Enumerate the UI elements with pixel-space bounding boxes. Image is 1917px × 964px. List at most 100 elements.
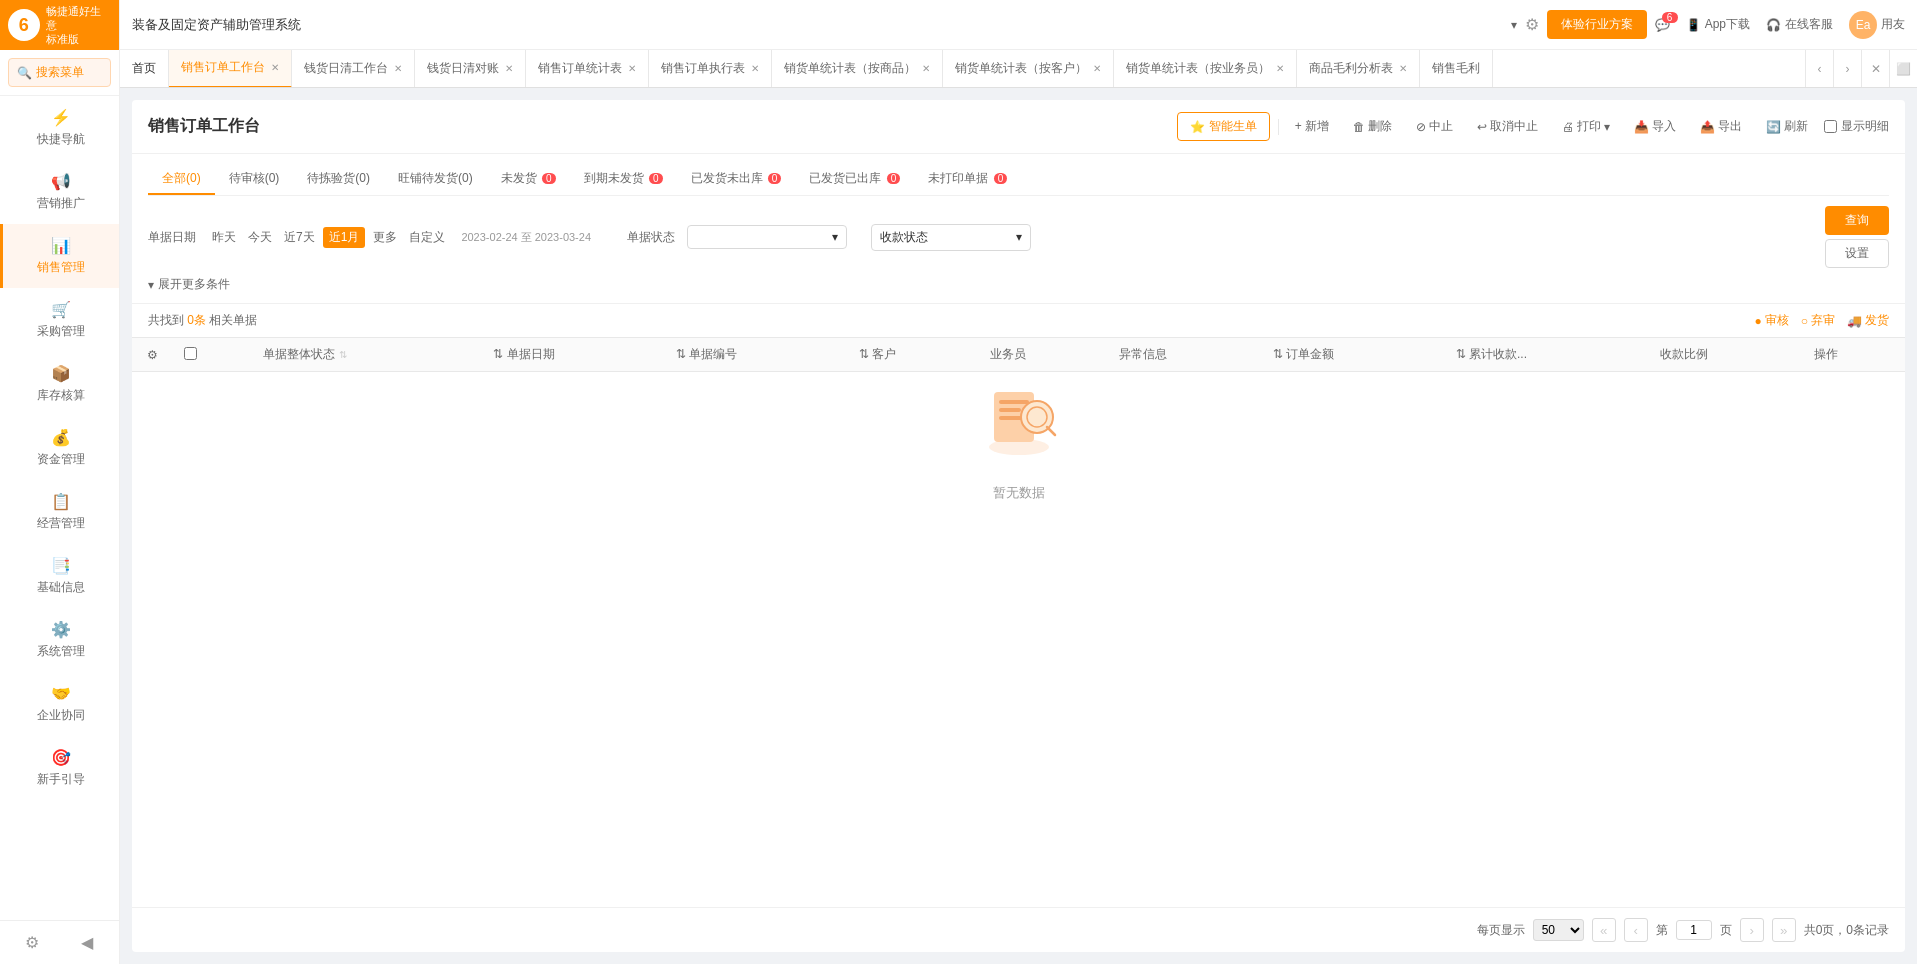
app-download-btn[interactable]: 📱 App下载 bbox=[1686, 16, 1750, 33]
date-opt-1month[interactable]: 近1月 bbox=[323, 227, 366, 248]
export-icon: 📤 bbox=[1700, 120, 1715, 134]
tab-close-sales-summary-product[interactable]: ✕ bbox=[922, 63, 930, 74]
tab-close-sales-summary-staff[interactable]: ✕ bbox=[1276, 63, 1284, 74]
filter-tab-wangpu-ship[interactable]: 旺铺待发货(0) bbox=[384, 164, 487, 195]
tab-scroll-left[interactable]: ‹ bbox=[1805, 50, 1833, 88]
sidebar-item-inventory[interactable]: 📦 库存核算 bbox=[0, 352, 119, 416]
sidebar-item-quick-nav[interactable]: ⚡ 快捷导航 bbox=[0, 96, 119, 160]
set-button[interactable]: 设置 bbox=[1825, 239, 1889, 268]
tab-close-product-margin[interactable]: ✕ bbox=[1399, 63, 1407, 74]
filter-tab-shipped-out[interactable]: 已发货已出库 0 bbox=[795, 164, 914, 195]
filter-tab-shipped-not-out[interactable]: 已发货未出库 0 bbox=[677, 164, 796, 195]
date-opt-yesterday[interactable]: 昨天 bbox=[208, 227, 240, 248]
date-opt-more[interactable]: 更多 bbox=[369, 227, 401, 248]
first-page-btn[interactable]: « bbox=[1592, 918, 1616, 942]
expand-conditions-btn[interactable]: ▾ 展开更多条件 bbox=[148, 276, 1889, 293]
smart-create-button[interactable]: ⭐ 智能生单 bbox=[1177, 112, 1270, 141]
prev-page-btn[interactable]: ‹ bbox=[1624, 918, 1648, 942]
tabbar: 首页 销售订单工作台 ✕ 钱货日清工作台 ✕ 钱货日清对账 ✕ 销售订单统计表 … bbox=[120, 50, 1917, 88]
suspend-button[interactable]: ⊘ 中止 bbox=[1408, 113, 1461, 140]
select-all-checkbox[interactable] bbox=[184, 347, 197, 360]
print-button[interactable]: 🖨 打印 ▾ bbox=[1554, 113, 1618, 140]
col-settings[interactable]: ⚙ bbox=[132, 338, 172, 372]
tab-close-sales-stat[interactable]: ✕ bbox=[628, 63, 636, 74]
collapse-button[interactable]: ◀ bbox=[64, 929, 112, 956]
col-checkbox[interactable] bbox=[172, 338, 251, 372]
sidebar-item-marketing[interactable]: 📢 营销推广 bbox=[0, 160, 119, 224]
tab-cash-reconcile[interactable]: 钱货日清对账 ✕ bbox=[415, 50, 526, 88]
tab-close-cash-reconcile[interactable]: ✕ bbox=[505, 63, 513, 74]
topbar-gear-icon[interactable]: ⚙ bbox=[1525, 15, 1539, 34]
filter-tab-pending-inspect[interactable]: 待拣验货(0) bbox=[293, 164, 384, 195]
tab-sales-exec[interactable]: 销售订单执行表 ✕ bbox=[649, 50, 772, 88]
tab-sales-summary-product[interactable]: 销货单统计表（按商品） ✕ bbox=[772, 50, 943, 88]
date-opt-today[interactable]: 今天 bbox=[244, 227, 276, 248]
sidebar-item-basic-info[interactable]: 📑 基础信息 bbox=[0, 544, 119, 608]
col-date[interactable]: ⇅ 单据日期 bbox=[481, 338, 664, 372]
tab-sales-summary-staff[interactable]: 销货单统计表（按业务员） ✕ bbox=[1114, 50, 1297, 88]
tab-sales-workbench[interactable]: 销售订单工作台 ✕ bbox=[169, 50, 292, 88]
status-select[interactable]: ▾ bbox=[687, 225, 847, 249]
export-button[interactable]: 📤 导出 bbox=[1692, 113, 1750, 140]
settings-bottom-button[interactable]: ⚙ bbox=[8, 929, 56, 956]
date-opt-custom[interactable]: 自定义 bbox=[405, 227, 449, 248]
filter-tab-unprinted[interactable]: 未打印单据 0 bbox=[914, 164, 1021, 195]
sidebar-item-system[interactable]: ⚙️ 系统管理 bbox=[0, 608, 119, 672]
tab-home[interactable]: 首页 bbox=[120, 50, 169, 88]
col-customer[interactable]: ⇅ 客户 bbox=[847, 338, 978, 372]
page-size-select[interactable]: 50 10 20 100 bbox=[1533, 919, 1584, 941]
sidebar-item-operations[interactable]: 📋 经营管理 bbox=[0, 480, 119, 544]
search-menu-button[interactable]: 🔍 搜索菜单 bbox=[8, 58, 111, 87]
col-number[interactable]: ⇅ 单据编号 bbox=[664, 338, 847, 372]
filter-tab-pending-review[interactable]: 待审核(0) bbox=[215, 164, 294, 195]
show-detail-input[interactable] bbox=[1824, 120, 1837, 133]
message-btn[interactable]: 💬 6 bbox=[1655, 18, 1670, 32]
tab-close-sales-summary-customer[interactable]: ✕ bbox=[1093, 63, 1101, 74]
sidebar-item-sales[interactable]: 📊 销售管理 bbox=[0, 224, 119, 288]
ship-btn[interactable]: 🚚 发货 bbox=[1847, 312, 1889, 329]
tab-close-all[interactable]: ✕ bbox=[1861, 50, 1889, 88]
col-collected[interactable]: ⇅ 累计收款... bbox=[1444, 338, 1648, 372]
col-status[interactable]: 单据整体状态 ⇅ bbox=[251, 338, 481, 372]
sort-icon-amount: ⇅ bbox=[1273, 347, 1283, 361]
tab-expand[interactable]: ⬜ bbox=[1889, 50, 1917, 88]
tab-scroll-right[interactable]: › bbox=[1833, 50, 1861, 88]
tab-sales-stat[interactable]: 销售订单统计表 ✕ bbox=[526, 50, 649, 88]
col-ratio: 收款比例 bbox=[1648, 338, 1802, 372]
tab-sales-profit[interactable]: 销售毛利 bbox=[1420, 50, 1493, 88]
industry-btn[interactable]: 体验行业方案 bbox=[1547, 10, 1647, 39]
sidebar-item-guide[interactable]: 🎯 新手引导 bbox=[0, 736, 119, 800]
import-button[interactable]: 📥 导入 bbox=[1626, 113, 1684, 140]
online-service-btn[interactable]: 🎧 在线客服 bbox=[1766, 16, 1833, 33]
tab-close-sales-workbench[interactable]: ✕ bbox=[271, 62, 279, 73]
user-profile-btn[interactable]: Ea 用友 bbox=[1849, 11, 1905, 39]
col-amount[interactable]: ⇅ 订单金额 bbox=[1261, 338, 1444, 372]
tab-product-margin[interactable]: 商品毛利分析表 ✕ bbox=[1297, 50, 1420, 88]
query-button[interactable]: 查询 bbox=[1825, 206, 1889, 235]
refresh-button[interactable]: 🔄 刷新 bbox=[1758, 113, 1816, 140]
page-input[interactable] bbox=[1676, 920, 1712, 940]
sidebar-item-finance[interactable]: 💰 资金管理 bbox=[0, 416, 119, 480]
next-page-btn[interactable]: › bbox=[1740, 918, 1764, 942]
filter-tab-unshipped[interactable]: 未发货 0 bbox=[487, 164, 570, 195]
payment-select[interactable]: 收款状态 ▾ bbox=[871, 224, 1031, 251]
sidebar-item-purchase[interactable]: 🛒 采购管理 bbox=[0, 288, 119, 352]
add-button[interactable]: + 新增 bbox=[1287, 113, 1337, 140]
filter-tab-overdue[interactable]: 到期未发货 0 bbox=[570, 164, 677, 195]
tab-close-cash-daily[interactable]: ✕ bbox=[394, 63, 402, 74]
cancel-suspend-button[interactable]: ↩ 取消中止 bbox=[1469, 113, 1546, 140]
sidebar-item-enterprise[interactable]: 🤝 企业协同 bbox=[0, 672, 119, 736]
table-scroll-area[interactable]: ⚙ 单据整体状态 ⇅ ⇅ 单据日期 bbox=[132, 337, 1905, 907]
delete-button[interactable]: 🗑 删除 bbox=[1345, 113, 1400, 140]
show-detail-checkbox[interactable]: 显示明细 bbox=[1824, 118, 1889, 135]
tab-close-sales-exec[interactable]: ✕ bbox=[751, 63, 759, 74]
tab-cash-daily[interactable]: 钱货日清工作台 ✕ bbox=[292, 50, 415, 88]
tab-sales-summary-customer[interactable]: 销货单统计表（按客户） ✕ bbox=[943, 50, 1114, 88]
date-opt-7days[interactable]: 近7天 bbox=[280, 227, 319, 248]
audit-btn[interactable]: ● 审核 bbox=[1755, 312, 1789, 329]
last-page-btn[interactable]: » bbox=[1772, 918, 1796, 942]
sort-icon-collected: ⇅ bbox=[1456, 347, 1466, 361]
system-dropdown[interactable]: ▾ bbox=[1511, 18, 1517, 32]
filter-tab-all[interactable]: 全部(0) bbox=[148, 164, 215, 195]
abandon-audit-btn[interactable]: ○ 弃审 bbox=[1801, 312, 1835, 329]
